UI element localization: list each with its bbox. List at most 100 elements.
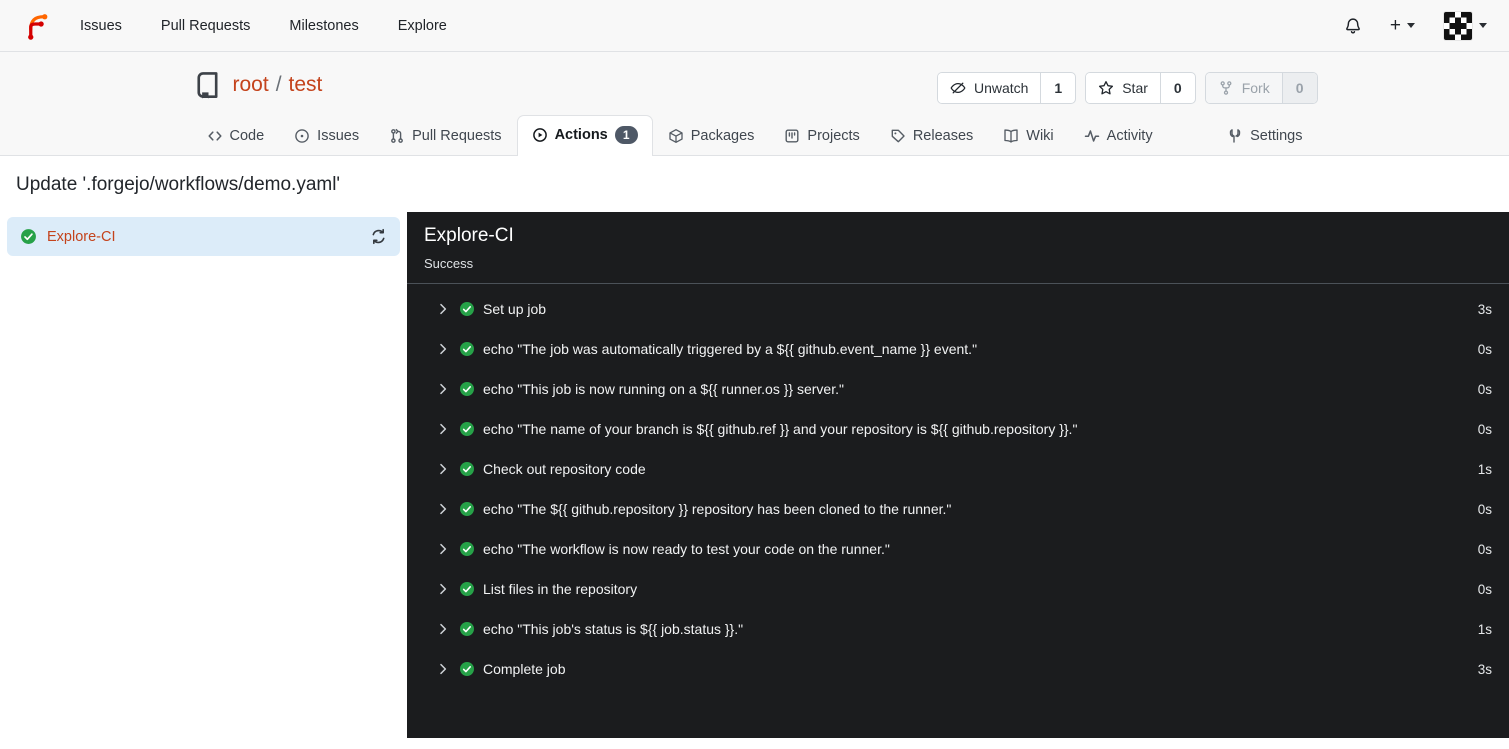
step-row[interactable]: echo "The ${{ github.repository }} repos… bbox=[407, 489, 1509, 529]
chevron-right-icon bbox=[436, 662, 450, 676]
step-row[interactable]: echo "This job is now running on a ${{ r… bbox=[407, 369, 1509, 409]
tab-code[interactable]: Code bbox=[192, 117, 280, 155]
watchers-count[interactable]: 1 bbox=[1040, 73, 1075, 103]
job-steps-list: Set up job 3s echo "The job was automati… bbox=[407, 284, 1509, 689]
watch-button-group: Unwatch 1 bbox=[936, 72, 1077, 104]
step-name: echo "The job was automatically triggere… bbox=[483, 341, 978, 358]
step-name: echo "This job's status is ${{ job.statu… bbox=[483, 621, 744, 638]
star-button[interactable]: Star bbox=[1086, 73, 1160, 103]
step-row[interactable]: Check out repository code 1s bbox=[407, 449, 1509, 489]
chevron-down-icon bbox=[1407, 23, 1415, 28]
tab-pull-requests-label: Pull Requests bbox=[412, 128, 502, 145]
repo-book-icon bbox=[192, 70, 222, 100]
chevron-right-icon bbox=[436, 302, 450, 316]
step-name: echo "The ${{ github.repository }} repos… bbox=[483, 501, 952, 518]
step-duration: 1s bbox=[1477, 621, 1492, 637]
run-title: Update '.forgejo/workflows/demo.yaml' bbox=[16, 174, 341, 196]
step-row[interactable]: echo "This job's status is ${{ job.statu… bbox=[407, 609, 1509, 649]
repo-action-buttons: Unwatch 1 Star 0 Fork 0 bbox=[936, 72, 1318, 104]
unwatch-button[interactable]: Unwatch bbox=[937, 73, 1041, 103]
repo-tab-bar: Code Issues Pull Requests Actions 1 Pack… bbox=[192, 115, 1318, 157]
git-pull-request-icon bbox=[389, 128, 405, 144]
run-content: Explore-CI Explore-CI Success Set up job… bbox=[0, 212, 1509, 739]
star-button-group: Star 0 bbox=[1085, 72, 1196, 104]
fork-label: Fork bbox=[1241, 80, 1270, 96]
nav-pull-requests[interactable]: Pull Requests bbox=[161, 18, 250, 34]
tab-releases-label: Releases bbox=[912, 128, 974, 145]
step-row[interactable]: echo "The job was automatically triggere… bbox=[407, 329, 1509, 369]
step-duration: 0s bbox=[1477, 381, 1492, 397]
step-row[interactable]: List files in the repository 0s bbox=[407, 569, 1509, 609]
repo-breadcrumb: root / test bbox=[233, 73, 323, 97]
check-circle-icon bbox=[459, 621, 475, 637]
job-status-text: Success bbox=[424, 256, 474, 272]
forks-count[interactable]: 0 bbox=[1281, 73, 1317, 103]
tab-settings[interactable]: Settings bbox=[1212, 117, 1317, 155]
tools-icon bbox=[1227, 128, 1243, 144]
step-name: Check out repository code bbox=[483, 461, 646, 478]
repo-header-section: root / test Unwatch 1 Star 0 Fork 0 Code… bbox=[0, 52, 1509, 157]
job-name: Explore-CI bbox=[47, 228, 116, 245]
repo-name-link[interactable]: test bbox=[289, 73, 323, 96]
fork-button-group: Fork 0 bbox=[1204, 72, 1318, 104]
tab-releases[interactable]: Releases bbox=[875, 117, 988, 155]
job-list-item[interactable]: Explore-CI bbox=[7, 217, 400, 257]
book-open-icon bbox=[1003, 128, 1019, 144]
tab-issues[interactable]: Issues bbox=[279, 117, 374, 155]
chevron-right-icon bbox=[436, 622, 450, 636]
chevron-right-icon bbox=[436, 342, 450, 356]
package-icon bbox=[668, 128, 684, 144]
step-duration: 3s bbox=[1477, 661, 1492, 677]
repo-owner-link[interactable]: root bbox=[233, 73, 269, 96]
run-titlebar: Update '.forgejo/workflows/demo.yaml' bbox=[0, 156, 1509, 212]
chevron-right-icon bbox=[436, 382, 450, 396]
refresh-icon bbox=[370, 228, 387, 245]
step-row[interactable]: echo "The workflow is now ready to test … bbox=[407, 529, 1509, 569]
fork-button: Fork bbox=[1205, 73, 1282, 103]
step-duration: 0s bbox=[1477, 501, 1492, 517]
tab-pull-requests[interactable]: Pull Requests bbox=[374, 117, 516, 155]
tab-packages[interactable]: Packages bbox=[653, 117, 770, 155]
job-run-panel: Explore-CI Success Set up job 3s echo "T… bbox=[407, 212, 1509, 739]
tab-packages-label: Packages bbox=[690, 128, 755, 145]
tab-activity[interactable]: Activity bbox=[1069, 117, 1168, 155]
jobs-sidebar: Explore-CI bbox=[0, 212, 407, 739]
stars-count[interactable]: 0 bbox=[1159, 73, 1195, 103]
tag-icon bbox=[890, 128, 906, 144]
create-new-dropdown[interactable]: + bbox=[1390, 16, 1415, 35]
step-duration: 0s bbox=[1477, 421, 1492, 437]
nav-milestones[interactable]: Milestones bbox=[289, 18, 358, 34]
tab-projects[interactable]: Projects bbox=[769, 117, 874, 155]
step-duration: 0s bbox=[1477, 581, 1492, 597]
main-nav: Issues Pull Requests Milestones Explore bbox=[80, 18, 447, 34]
step-name: echo "The workflow is now ready to test … bbox=[483, 541, 890, 558]
step-duration: 1s bbox=[1477, 461, 1492, 477]
avatar bbox=[1443, 10, 1473, 41]
notifications-button[interactable] bbox=[1344, 17, 1362, 35]
top-navbar: Issues Pull Requests Milestones Explore … bbox=[0, 0, 1509, 52]
check-circle-icon bbox=[20, 228, 37, 245]
forgejo-logo-icon[interactable] bbox=[22, 11, 52, 41]
tab-activity-label: Activity bbox=[1106, 128, 1153, 145]
tab-wiki[interactable]: Wiki bbox=[988, 117, 1068, 155]
job-panel-header: Explore-CI Success bbox=[407, 212, 1509, 285]
user-menu-dropdown[interactable] bbox=[1443, 10, 1487, 41]
step-name: Complete job bbox=[483, 661, 566, 678]
issue-circle-icon bbox=[294, 128, 310, 144]
step-name: echo "The name of your branch is ${{ git… bbox=[483, 421, 1078, 438]
nav-explore[interactable]: Explore bbox=[398, 18, 447, 34]
tab-projects-label: Projects bbox=[807, 128, 860, 145]
tab-actions[interactable]: Actions 1 bbox=[516, 115, 653, 157]
star-label: Star bbox=[1122, 80, 1148, 96]
star-icon bbox=[1098, 80, 1114, 96]
pulse-icon bbox=[1084, 128, 1100, 144]
tab-settings-label: Settings bbox=[1250, 128, 1303, 145]
step-row[interactable]: Set up job 3s bbox=[407, 289, 1509, 329]
eye-slash-icon bbox=[950, 80, 966, 96]
chevron-down-icon bbox=[1479, 23, 1487, 28]
step-row[interactable]: echo "The name of your branch is ${{ git… bbox=[407, 409, 1509, 449]
nav-issues[interactable]: Issues bbox=[80, 18, 122, 34]
rerun-job-button[interactable] bbox=[370, 228, 387, 245]
step-row[interactable]: Complete job 3s bbox=[407, 649, 1509, 689]
check-circle-icon bbox=[459, 541, 475, 557]
